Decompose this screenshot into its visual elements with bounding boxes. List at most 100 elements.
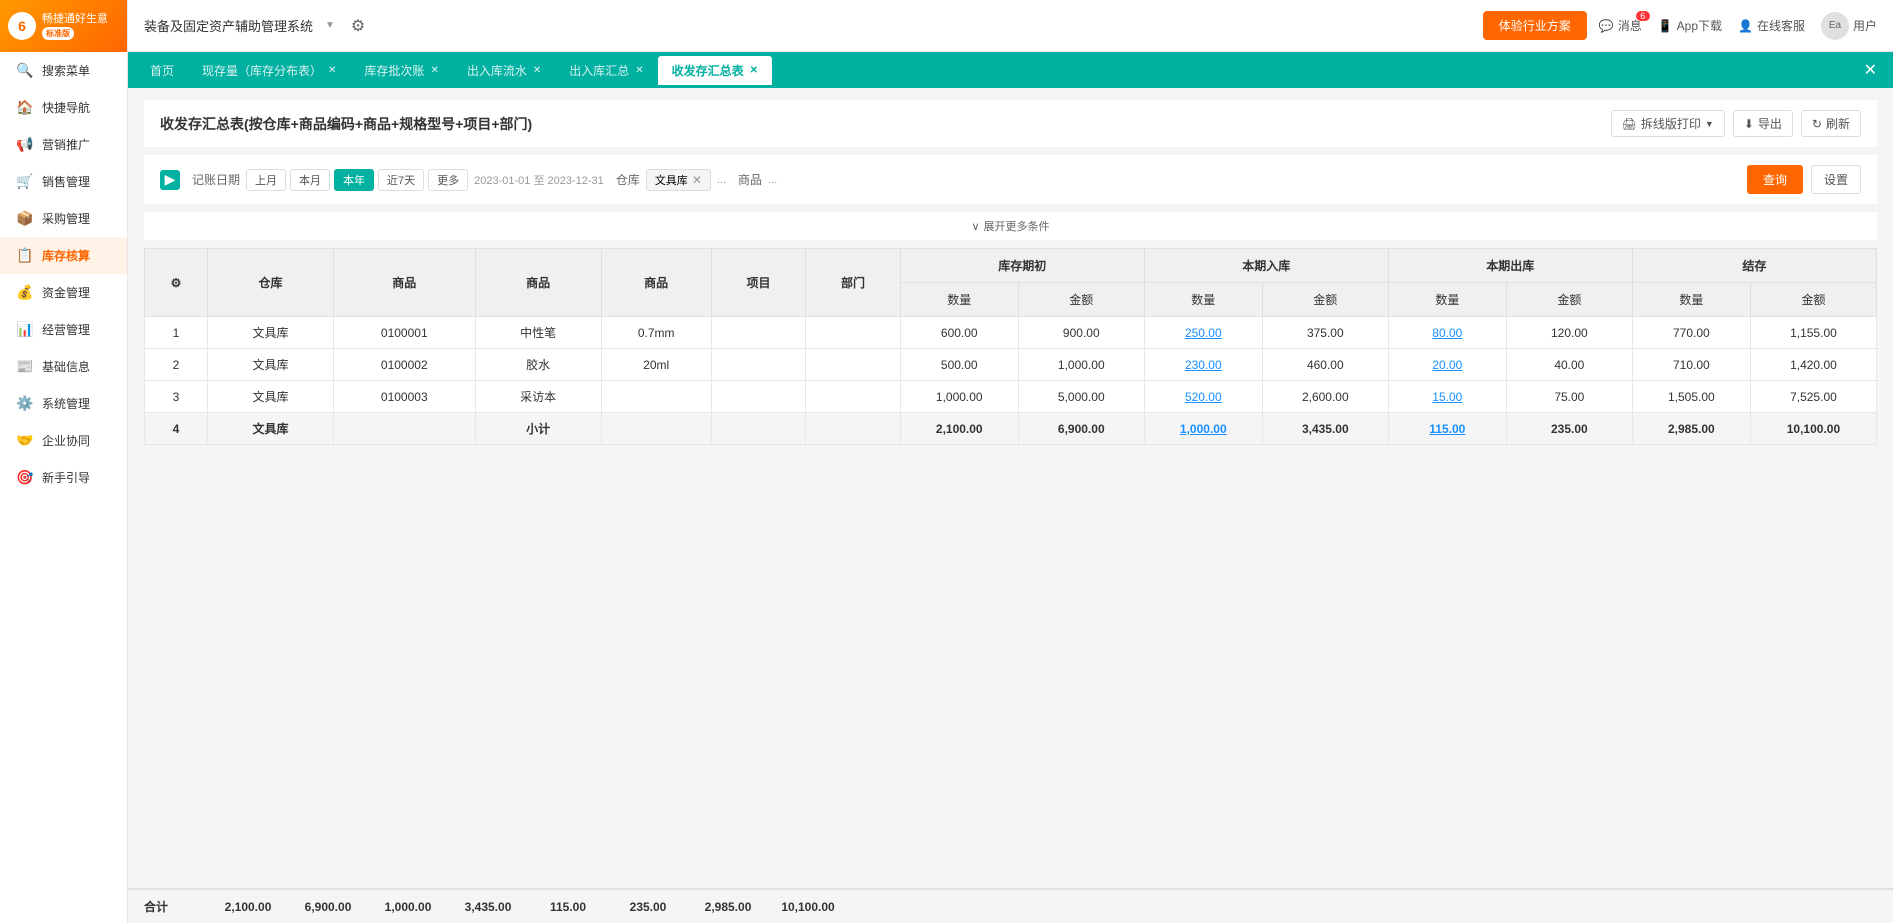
- close-all-tabs-icon[interactable]: ✕: [1856, 60, 1885, 80]
- message-btn[interactable]: 💬 消息 6: [1599, 17, 1642, 34]
- subtotal-in-qty-link[interactable]: 1,000.00: [1144, 413, 1262, 445]
- row-out-qty-link[interactable]: 80.00: [1388, 317, 1506, 349]
- tab-stock-batch[interactable]: 库存批次账 ✕: [350, 56, 452, 85]
- settings-btn[interactable]: 设置: [1811, 165, 1861, 194]
- row-in-qty-link[interactable]: 230.00: [1144, 349, 1262, 381]
- sidebar-item-system[interactable]: ⚙️ 系统管理: [0, 385, 127, 422]
- sidebar-item-search[interactable]: 🔍 搜索菜单: [0, 52, 127, 89]
- date-btn-7days[interactable]: 近7天: [378, 169, 424, 191]
- sidebar-nav: 🔍 搜索菜单 🏠 快捷导航 📢 营销推广 🛒 销售管理 📦 采购管理 📋 库存核…: [0, 52, 127, 923]
- row-spec: 20ml: [601, 349, 711, 381]
- basicinfo-icon: 📰: [16, 358, 34, 375]
- row-name: 胶水: [475, 349, 601, 381]
- tab-inout-summary[interactable]: 出入库汇总 ✕: [555, 56, 657, 85]
- sidebar-item-label: 库存核算: [42, 247, 90, 264]
- subtotal-name: 小计: [475, 413, 601, 445]
- row-warehouse: 文具库: [207, 317, 333, 349]
- row-warehouse: 文具库: [207, 349, 333, 381]
- sidebar-item-marketing[interactable]: 📢 营销推广: [0, 126, 127, 163]
- print-btn[interactable]: 🖨 拆线版打印 ▼: [1611, 110, 1725, 137]
- footer-end-amt: 10,100.00: [768, 900, 848, 914]
- subtotal-end-amt: 10,100.00: [1750, 413, 1876, 445]
- row-in-amt: 375.00: [1262, 317, 1388, 349]
- row-open-qty: 1,000.00: [900, 381, 1018, 413]
- tab-close-icon[interactable]: ✕: [750, 65, 758, 76]
- row-project: [711, 381, 805, 413]
- subtotal-out-qty-link[interactable]: 115.00: [1388, 413, 1506, 445]
- row-open-amt: 1,000.00: [1018, 349, 1144, 381]
- user-avatar[interactable]: Ea 用户: [1821, 12, 1877, 40]
- col-header-gear[interactable]: ⚙: [145, 249, 208, 317]
- sidebar-item-nav[interactable]: 🏠 快捷导航: [0, 89, 127, 126]
- tab-stock-dist[interactable]: 现存量（库存分布表） ✕: [188, 56, 350, 85]
- avatar-circle: Ea: [1821, 12, 1849, 40]
- sidebar-item-operations[interactable]: 📊 经营管理: [0, 311, 127, 348]
- mobile-icon: 📱: [1658, 19, 1673, 33]
- subtotal-in-amt: 3,435.00: [1262, 413, 1388, 445]
- sidebar-item-label: 系统管理: [42, 395, 90, 412]
- date-btn-this-year[interactable]: 本年: [334, 169, 374, 191]
- row-out-qty-link[interactable]: 20.00: [1388, 349, 1506, 381]
- date-btn-this-month[interactable]: 本月: [290, 169, 330, 191]
- filter-bar: ▶ 记账日期 上月 本月 本年 近7天 更多 2023-01-01 至 2023…: [144, 155, 1877, 204]
- subtotal-empty-code: [333, 413, 475, 445]
- service-label: 在线客服: [1757, 17, 1805, 34]
- row-code: 0100002: [333, 349, 475, 381]
- tab-label: 收发存汇总表: [672, 62, 744, 79]
- row-in-qty-link[interactable]: 520.00: [1144, 381, 1262, 413]
- query-btn[interactable]: 查询: [1747, 165, 1803, 194]
- col-header-in-amt: 金额: [1262, 283, 1388, 317]
- sidebar-item-finance[interactable]: 💰 资金管理: [0, 274, 127, 311]
- sidebar-item-sales[interactable]: 🛒 销售管理: [0, 163, 127, 200]
- subtotal-empty-spec: [601, 413, 711, 445]
- tab-inout-flow[interactable]: 出入库流水 ✕: [453, 56, 555, 85]
- warehouse-tag-close[interactable]: ✕: [692, 173, 702, 187]
- sidebar: 6 畅捷通好生意 标准版 🔍 搜索菜单 🏠 快捷导航 📢 营销推广 🛒 销售管理…: [0, 0, 128, 923]
- warehouse-more[interactable]: ...: [717, 174, 726, 186]
- date-filter-label: 记账日期: [192, 171, 240, 188]
- sidebar-item-inventory[interactable]: 📋 库存核算: [0, 237, 127, 274]
- tab-close-icon[interactable]: ✕: [430, 65, 438, 76]
- col-header-out-qty: 数量: [1388, 283, 1506, 317]
- date-btn-more[interactable]: 更多: [428, 169, 468, 191]
- tab-receipt-summary[interactable]: 收发存汇总表 ✕: [658, 56, 772, 85]
- refresh-btn[interactable]: ↻ 刷新: [1801, 110, 1861, 137]
- col-header-out: 本期出库: [1388, 249, 1632, 283]
- sidebar-item-basicinfo[interactable]: 📰 基础信息: [0, 348, 127, 385]
- app-download-btn[interactable]: 📱 App下载: [1658, 17, 1722, 34]
- tab-home[interactable]: 首页: [136, 56, 188, 85]
- tab-close-icon[interactable]: ✕: [533, 65, 541, 76]
- export-btn[interactable]: ⬇ 导出: [1733, 110, 1793, 137]
- summary-table: ⚙ 仓库 商品 商品 商品 项目 部门 库存期初 本期入库 本期出库 结存 数量: [144, 248, 1877, 445]
- footer-values: 2,100.00 6,900.00 1,000.00 3,435.00 115.…: [208, 900, 1877, 914]
- sidebar-item-label: 搜索菜单: [42, 62, 90, 79]
- footer-end-qty: 2,985.00: [688, 900, 768, 914]
- row-code: 0100003: [333, 381, 475, 413]
- goods-more[interactable]: ...: [768, 174, 777, 186]
- trial-btn[interactable]: 体验行业方案: [1483, 11, 1587, 40]
- row-project: [711, 349, 805, 381]
- tab-label: 现存量（库存分布表）: [202, 62, 322, 79]
- col-header-name: 商品: [475, 249, 601, 317]
- sidebar-item-purchase[interactable]: 📦 采购管理: [0, 200, 127, 237]
- sidebar-item-collab[interactable]: 🤝 企业协同: [0, 422, 127, 459]
- topbar-gear-icon[interactable]: ⚙: [351, 16, 365, 36]
- row-no: 1: [145, 317, 208, 349]
- row-in-qty-link[interactable]: 250.00: [1144, 317, 1262, 349]
- sidebar-item-guide[interactable]: 🎯 新手引导: [0, 459, 127, 496]
- row-out-qty-link[interactable]: 15.00: [1388, 381, 1506, 413]
- date-range-display: 2023-01-01 至 2023-12-31: [474, 172, 604, 188]
- date-btn-prev-month[interactable]: 上月: [246, 169, 286, 191]
- filter-expand-btn[interactable]: ▶: [160, 170, 180, 190]
- tab-close-icon[interactable]: ✕: [328, 65, 336, 76]
- tab-close-icon[interactable]: ✕: [635, 65, 643, 76]
- col-header-dept: 部门: [806, 249, 900, 317]
- expand-more-bar[interactable]: ∨ 展开更多条件: [144, 212, 1877, 240]
- sidebar-item-label: 新手引导: [42, 469, 90, 486]
- sidebar-title: 畅捷通好生意: [42, 12, 108, 26]
- subtotal-row: 4 文具库 小计 2,100.00 6,900.00 1,000.00 3,43…: [145, 413, 1877, 445]
- online-service-btn[interactable]: 👤 在线客服: [1738, 17, 1805, 34]
- page-title-bar: 收发存汇总表(按仓库+商品编码+商品+规格型号+项目+部门) 🖨 拆线版打印 ▼…: [144, 100, 1877, 147]
- row-in-amt: 2,600.00: [1262, 381, 1388, 413]
- row-out-amt: 120.00: [1506, 317, 1632, 349]
